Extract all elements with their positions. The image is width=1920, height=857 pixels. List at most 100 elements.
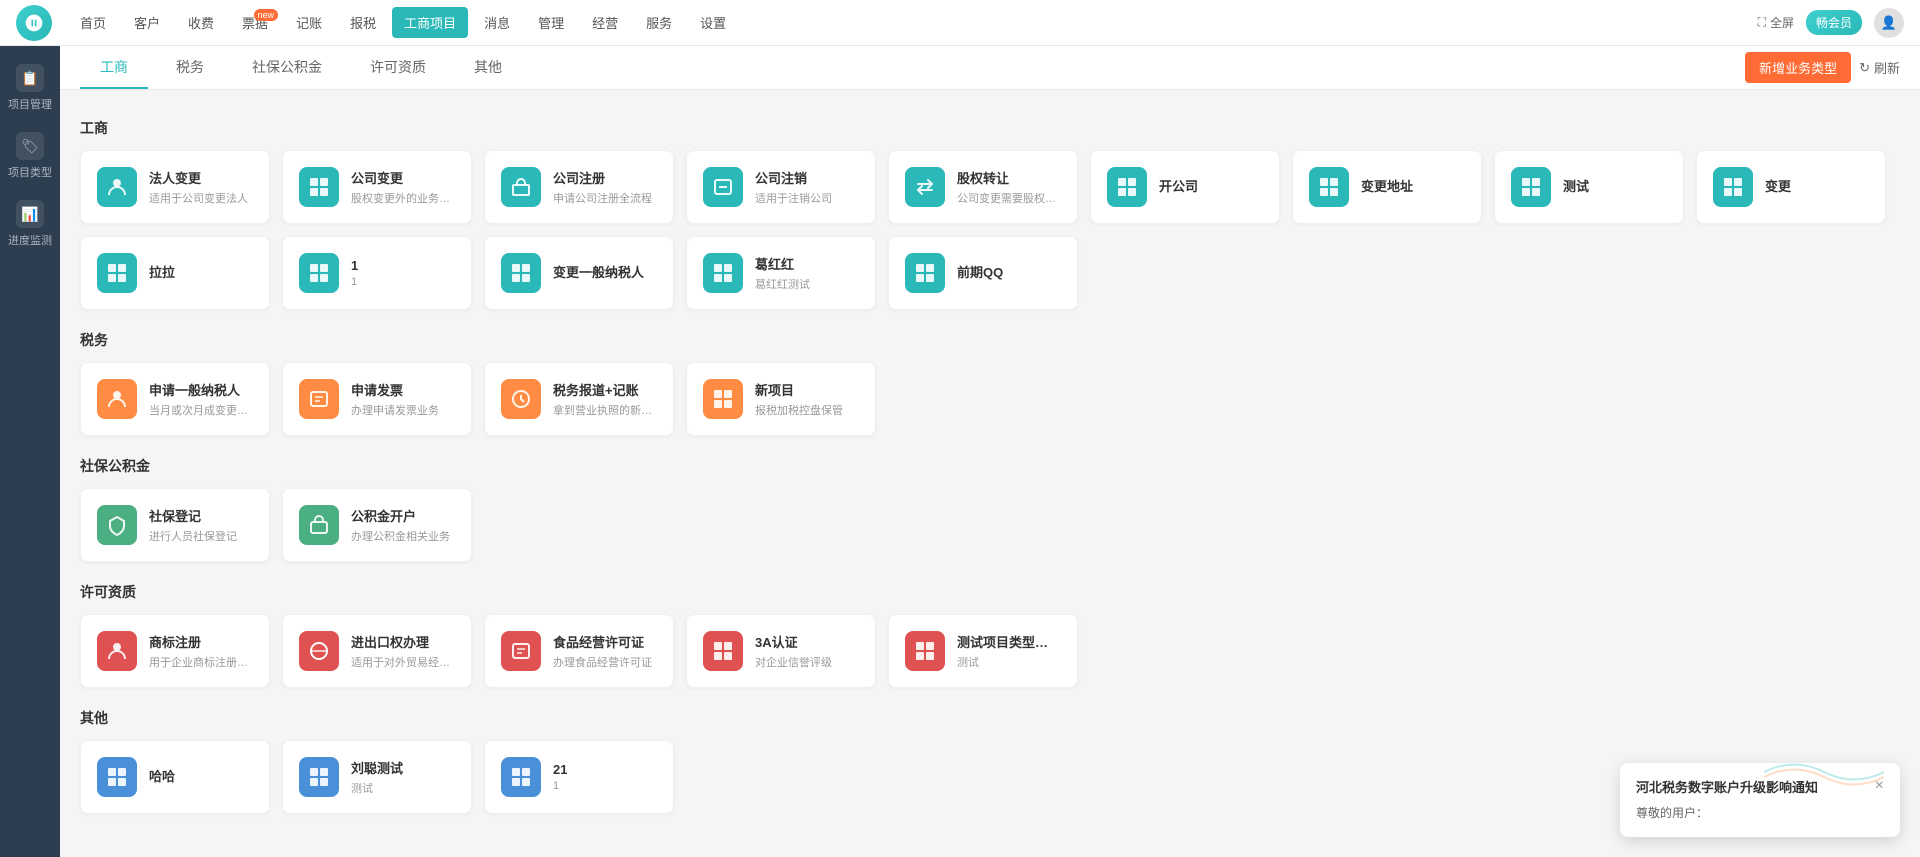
sub-tab-许可资质[interactable]: 许可资质: [350, 47, 446, 89]
fullscreen-button[interactable]: ⛶ 全屏: [1758, 14, 1794, 31]
card-title-21: 21: [553, 762, 657, 777]
sub-tab-税务[interactable]: 税务: [156, 47, 224, 89]
card-拉拉[interactable]: 拉拉: [80, 236, 270, 310]
card-测试[interactable]: 测试: [1494, 150, 1684, 224]
nav-item-记账[interactable]: 记账: [284, 7, 334, 38]
nav-item-票据[interactable]: 票据new: [230, 7, 280, 38]
nav-item-设置[interactable]: 设置: [688, 7, 738, 38]
card-text-变更地址: 变更地址: [1361, 176, 1465, 198]
vip-button[interactable]: 畅会员: [1806, 10, 1862, 35]
section-title-税务: 税务: [80, 330, 1900, 350]
card-icon-法人变更: [97, 167, 137, 207]
sidebar-icon-项目管理: 📋: [16, 64, 44, 92]
card-1[interactable]: 1 1: [282, 236, 472, 310]
card-desc-食品经营许可证: 办理食品经营许可证: [553, 654, 657, 670]
card-text-公司注销: 公司注销 适用于注销公司: [755, 168, 859, 206]
card-测试项目类型目定义[interactable]: 测试项目类型目定义 测试: [888, 614, 1078, 688]
card-进出口权办理[interactable]: 进出口权办理 适用于对外贸易经营者: [282, 614, 472, 688]
sub-tab-社保公积金[interactable]: 社保公积金: [232, 47, 342, 89]
card-desc-股权转让: 公司变更需要股权转让: [957, 190, 1061, 206]
card-公司变更[interactable]: 公司变更 股权变更外的业务变更: [282, 150, 472, 224]
card-icon-社保登记: [97, 505, 137, 545]
card-3A认证[interactable]: 3A认证 对企业信誉评级: [686, 614, 876, 688]
card-desc-3A认证: 对企业信誉评级: [755, 654, 859, 670]
card-desc-法人变更: 适用于公司变更法人: [149, 190, 253, 206]
card-text-前期QQ: 前期QQ: [957, 262, 1061, 284]
card-股权转让[interactable]: 股权转让 公司变更需要股权转让: [888, 150, 1078, 224]
card-公积金开户[interactable]: 公积金开户 办理公积金相关业务: [282, 488, 472, 562]
card-icon-哈哈: [97, 757, 137, 797]
nav-item-收费[interactable]: 收费: [176, 7, 226, 38]
nav-item-服务[interactable]: 服务: [634, 7, 684, 38]
card-text-变更: 变更: [1765, 176, 1869, 198]
card-icon-公积金开户: [299, 505, 339, 545]
card-icon-税务报道+记账: [501, 379, 541, 419]
card-21[interactable]: 21 1: [484, 740, 674, 814]
card-icon-新项目: [703, 379, 743, 419]
card-新项目[interactable]: 新项目 报税加税控盘保管: [686, 362, 876, 436]
section-许可资质: 许可资质 商标注册 用于企业商标注册服务 进出口权办理 适用于对外贸易经营者 食…: [80, 582, 1900, 688]
card-text-股权转让: 股权转让 公司变更需要股权转让: [957, 168, 1061, 206]
card-申请一般纳税人[interactable]: 申请一般纳税人 当月或次月成变更完成: [80, 362, 270, 436]
card-desc-新项目: 报税加税控盘保管: [755, 402, 859, 418]
nav-item-首页[interactable]: 首页: [68, 7, 118, 38]
card-变更一般纳税人[interactable]: 变更一般纳税人: [484, 236, 674, 310]
nav-item-经营[interactable]: 经营: [580, 7, 630, 38]
card-icon-21: [501, 757, 541, 797]
card-税务报道+记账[interactable]: 税务报道+记账 拿到营业执照的新公司: [484, 362, 674, 436]
app-logo[interactable]: [16, 5, 52, 41]
card-前期QQ[interactable]: 前期QQ: [888, 236, 1078, 310]
sidebar-item-项目管理[interactable]: 📋 项目管理: [3, 56, 57, 120]
card-icon-公司注册: [501, 167, 541, 207]
card-title-股权转让: 股权转让: [957, 168, 1061, 187]
card-icon-申请一般纳税人: [97, 379, 137, 419]
card-desc-申请一般纳税人: 当月或次月成变更完成: [149, 402, 253, 418]
nav-item-报税[interactable]: 报税: [338, 7, 388, 38]
cards-grid-社保公积金: 社保登记 进行人员社保登记 公积金开户 办理公积金相关业务: [80, 488, 1900, 562]
sub-tab-工商[interactable]: 工商: [80, 47, 148, 89]
nav-item-管理[interactable]: 管理: [526, 7, 576, 38]
refresh-button[interactable]: ↻ 刷新: [1859, 58, 1900, 77]
card-申请发票[interactable]: 申请发票 办理申请发票业务: [282, 362, 472, 436]
card-title-拉拉: 拉拉: [149, 262, 253, 281]
card-text-刘聪测试: 刘聪测试 测试: [351, 758, 455, 796]
nav-item-客户[interactable]: 客户: [122, 7, 172, 38]
card-title-社保登记: 社保登记: [149, 506, 253, 525]
card-商标注册[interactable]: 商标注册 用于企业商标注册服务: [80, 614, 270, 688]
card-desc-税务报道+记账: 拿到营业执照的新公司: [553, 402, 657, 418]
card-刘聪测试[interactable]: 刘聪测试 测试: [282, 740, 472, 814]
content-area: 工商 法人变更 适用于公司变更法人 公司变更 股权变更外的业务变更: [60, 90, 1920, 854]
nav-badge-票据: new: [254, 9, 279, 21]
card-title-公司注册: 公司注册: [553, 168, 657, 187]
card-title-测试: 测试: [1563, 176, 1667, 195]
card-text-公司注册: 公司注册 申请公司注册全流程: [553, 168, 657, 206]
section-title-其他: 其他: [80, 708, 1900, 728]
card-变更[interactable]: 变更: [1696, 150, 1886, 224]
sub-tab-其他[interactable]: 其他: [454, 47, 522, 89]
sidebar-item-项目类型[interactable]: 🏷 项目类型: [3, 124, 57, 188]
nav-item-消息[interactable]: 消息: [472, 7, 522, 38]
sidebar-item-进度监测[interactable]: 📊 进度监测: [3, 192, 57, 256]
new-type-button[interactable]: 新增业务类型: [1745, 52, 1851, 83]
card-title-变更一般纳税人: 变更一般纳税人: [553, 262, 657, 281]
card-text-测试项目类型目定义: 测试项目类型目定义 测试: [957, 632, 1061, 670]
card-title-公司变更: 公司变更: [351, 168, 455, 187]
card-哈哈[interactable]: 哈哈: [80, 740, 270, 814]
card-icon-股权转让: [905, 167, 945, 207]
card-法人变更[interactable]: 法人变更 适用于公司变更法人: [80, 150, 270, 224]
section-title-工商: 工商: [80, 118, 1900, 138]
sidebar-icon-项目类型: 🏷: [16, 132, 44, 160]
card-text-商标注册: 商标注册 用于企业商标注册服务: [149, 632, 253, 670]
card-葛红红[interactable]: 葛红红 葛红红测试: [686, 236, 876, 310]
card-icon-公司变更: [299, 167, 339, 207]
card-开公司[interactable]: 开公司: [1090, 150, 1280, 224]
card-食品经营许可证[interactable]: 食品经营许可证 办理食品经营许可证: [484, 614, 674, 688]
user-avatar[interactable]: 👤: [1874, 8, 1904, 38]
card-变更地址[interactable]: 变更地址: [1292, 150, 1482, 224]
card-社保登记[interactable]: 社保登记 进行人员社保登记: [80, 488, 270, 562]
section-社保公积金: 社保公积金 社保登记 进行人员社保登记 公积金开户 办理公积金相关业务: [80, 456, 1900, 562]
card-公司注册[interactable]: 公司注册 申请公司注册全流程: [484, 150, 674, 224]
card-公司注销[interactable]: 公司注销 适用于注销公司: [686, 150, 876, 224]
card-icon-进出口权办理: [299, 631, 339, 671]
nav-item-工商项目[interactable]: 工商项目: [392, 7, 468, 38]
